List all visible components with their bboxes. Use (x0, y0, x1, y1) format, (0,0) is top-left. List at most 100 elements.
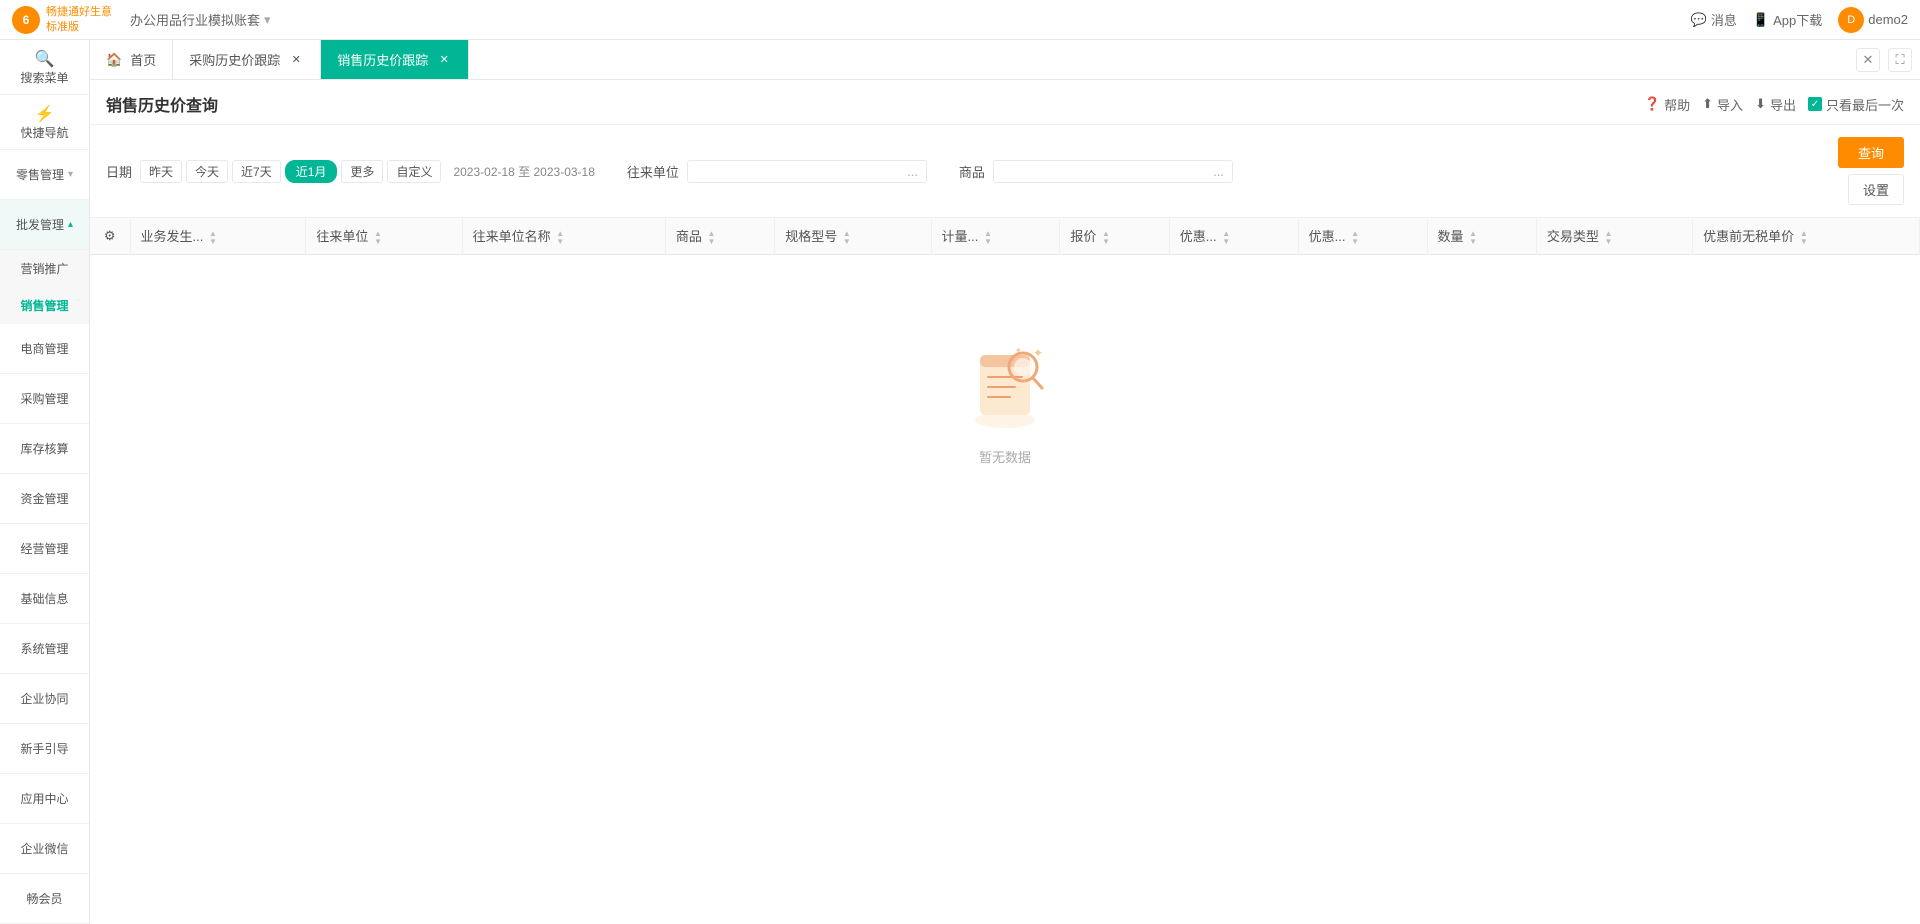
top-bar-title: 办公用品行业模拟账套 ▾ (130, 10, 271, 29)
page-card: 销售历史价查询 ❓ 帮助 ⬆ 导入 ⬇ 导出 (90, 80, 1920, 924)
help-icon: ❓ (1644, 96, 1660, 112)
sidebar-item-guide[interactable]: 新手引导 (0, 724, 89, 774)
sidebar-item-search[interactable]: 🔍 搜索菜单 (0, 40, 89, 95)
tab-sales[interactable]: 销售历史价跟踪 ✕ (321, 40, 469, 79)
page-title: 销售历史价查询 (106, 92, 218, 116)
sidebar-item-ecommerce[interactable]: 电商管理 (0, 324, 89, 374)
export-button[interactable]: ⬇ 导出 (1755, 95, 1796, 114)
product-input[interactable] (1002, 164, 1209, 179)
col-qty[interactable]: 数量 ▲▼ (1427, 218, 1536, 254)
date-btn-7days[interactable]: 近7天 (232, 160, 281, 183)
sort-icon: ▲▼ (1351, 230, 1359, 246)
col-unit[interactable]: 计量... ▲▼ (931, 218, 1060, 254)
date-btn-more[interactable]: 更多 (341, 160, 383, 183)
date-filter-group: 日期 昨天 今天 近7天 近1月 更多 自定义 2023-02-18 至 202… (106, 160, 595, 183)
sidebar-item-apps[interactable]: 应用中心 (0, 774, 89, 824)
message-icon: 💬 (1691, 12, 1707, 28)
filter-area: 日期 昨天 今天 近7天 近1月 更多 自定义 2023-02-18 至 202… (90, 125, 1920, 218)
col-spec[interactable]: 规格型号 ▲▼ (775, 218, 931, 254)
product-ellipsis-icon[interactable]: ... (1213, 164, 1224, 179)
col-trade-type[interactable]: 交易类型 ▲▼ (1536, 218, 1692, 254)
tab-home[interactable]: 🏠 首页 (90, 40, 173, 79)
partner-filter-group: 往来单位 ... (627, 160, 927, 183)
sidebar-item-sales-mgmt[interactable]: 销售管理 (0, 287, 89, 324)
app-download-button[interactable]: 📱 App下载 (1753, 10, 1822, 29)
search-icon: 🔍 (35, 49, 55, 69)
settings-icon: ⚙ (104, 228, 116, 243)
export-icon: ⬇ (1755, 96, 1766, 112)
import-button[interactable]: ⬆ 导入 (1702, 95, 1743, 114)
col-price[interactable]: 报价 ▲▼ (1060, 218, 1169, 254)
tab-purchase-close[interactable]: ✕ (288, 52, 304, 68)
date-btn-custom[interactable]: 自定义 (387, 160, 441, 183)
main-layout: 🔍 搜索菜单 ⚡ 快捷导航 零售管理 ▾ 批发管理 ▴ 营销推广 销售管理 电商… (0, 40, 1920, 924)
sort-icon: ▲▼ (1800, 230, 1808, 246)
sort-icon: ▲▼ (984, 230, 992, 246)
page-content: 销售历史价查询 ❓ 帮助 ⬆ 导入 ⬇ 导出 (90, 80, 1920, 924)
import-icon: ⬆ (1702, 96, 1713, 112)
col-biz-date[interactable]: 业务发生... ▲▼ (130, 218, 306, 254)
sidebar-item-operations[interactable]: 经营管理 (0, 524, 89, 574)
col-pretax-price[interactable]: 优惠前无税单价 ▲▼ (1693, 218, 1920, 254)
tabs-right-actions: ✕ ⛶ (1856, 40, 1920, 79)
product-input-wrap: ... (993, 160, 1233, 183)
avatar: D (1838, 7, 1864, 33)
product-filter-group: 商品 ... (959, 160, 1233, 183)
partner-ellipsis-icon[interactable]: ... (907, 164, 918, 179)
sidebar-item-purchase[interactable]: 采购管理 (0, 374, 89, 424)
sidebar: 🔍 搜索菜单 ⚡ 快捷导航 零售管理 ▾ 批发管理 ▴ 营销推广 销售管理 电商… (0, 40, 90, 924)
only-last-checkbox[interactable]: ✓ (1808, 97, 1822, 111)
sidebar-item-marketing[interactable]: 营销推广 (0, 250, 89, 287)
col-product[interactable]: 商品 ▲▼ (665, 218, 774, 254)
help-button[interactable]: ❓ 帮助 (1644, 95, 1690, 114)
tab-close-all-button[interactable]: ✕ (1856, 48, 1880, 72)
sort-icon: ▲▼ (1222, 230, 1230, 246)
download-icon: 📱 (1753, 12, 1769, 28)
only-last-checkbox-area[interactable]: ✓ 只看最后一次 (1808, 95, 1904, 114)
sort-icon: ▲▼ (843, 230, 851, 246)
date-btn-yesterday[interactable]: 昨天 (140, 160, 182, 183)
messages-button[interactable]: 💬 消息 (1691, 10, 1737, 29)
sort-icon: ▲▼ (209, 230, 217, 246)
tab-maximize-button[interactable]: ⛶ (1888, 48, 1912, 72)
sidebar-item-enterprise[interactable]: 企业协同 (0, 674, 89, 724)
home-icon: 🏠 (106, 52, 122, 68)
tab-sales-close[interactable]: ✕ (436, 52, 452, 68)
empty-illustration: ✦ ✦ (955, 335, 1055, 435)
date-buttons: 昨天 今天 近7天 近1月 更多 自定义 (140, 160, 441, 183)
date-range-display: 2023-02-18 至 2023-03-18 (453, 163, 594, 180)
svg-text:✦: ✦ (1033, 346, 1043, 360)
sidebar-item-system[interactable]: 系统管理 (0, 624, 89, 674)
sort-icon: ▲▼ (1605, 230, 1613, 246)
sidebar-item-member[interactable]: 畅会员 (0, 874, 89, 924)
partner-input[interactable] (696, 164, 903, 179)
col-partner-code[interactable]: 往来单位 ▲▼ (306, 218, 462, 254)
tab-purchase[interactable]: 采购历史价跟踪 ✕ (173, 40, 321, 79)
date-filter-label: 日期 (106, 162, 132, 181)
sidebar-item-retail[interactable]: 零售管理 ▾ (0, 150, 89, 200)
content-area: 🏠 首页 采购历史价跟踪 ✕ 销售历史价跟踪 ✕ ✕ ⛶ 销售历史价查询 (90, 40, 1920, 924)
sidebar-wholesale-sub: 营销推广 销售管理 (0, 250, 89, 324)
col-discount1[interactable]: 优惠... ▲▼ (1169, 218, 1298, 254)
user-menu[interactable]: D demo2 (1838, 7, 1908, 33)
date-btn-today[interactable]: 今天 (186, 160, 228, 183)
sidebar-item-inventory[interactable]: 库存核算 (0, 424, 89, 474)
filter-action-buttons: 查询 设置 (1838, 137, 1904, 205)
sidebar-item-finance[interactable]: 资金管理 (0, 474, 89, 524)
chevron-down-icon: ▾ (68, 169, 73, 180)
col-discount2[interactable]: 优惠... ▲▼ (1298, 218, 1427, 254)
logo-icon: 6 (12, 6, 40, 34)
sidebar-item-basic[interactable]: 基础信息 (0, 574, 89, 624)
partner-filter-label: 往来单位 (627, 162, 679, 181)
sidebar-item-wechat[interactable]: 企业微信 (0, 824, 89, 874)
empty-svg: ✦ ✦ (955, 335, 1055, 435)
sidebar-item-shortcut[interactable]: ⚡ 快捷导航 (0, 95, 89, 150)
date-btn-1month[interactable]: 近1月 (285, 160, 338, 183)
sidebar-item-wholesale[interactable]: 批发管理 ▴ (0, 200, 89, 250)
col-partner-name[interactable]: 往来单位名称 ▲▼ (462, 218, 665, 254)
settings-button[interactable]: 设置 (1848, 174, 1904, 205)
chevron-down-icon[interactable]: ▾ (264, 12, 271, 28)
col-settings[interactable]: ⚙ (90, 218, 130, 254)
top-bar: 6 畅捷通好生意 标准版 办公用品行业模拟账套 ▾ 💬 消息 📱 App下载 D… (0, 0, 1920, 40)
query-button[interactable]: 查询 (1838, 137, 1904, 168)
